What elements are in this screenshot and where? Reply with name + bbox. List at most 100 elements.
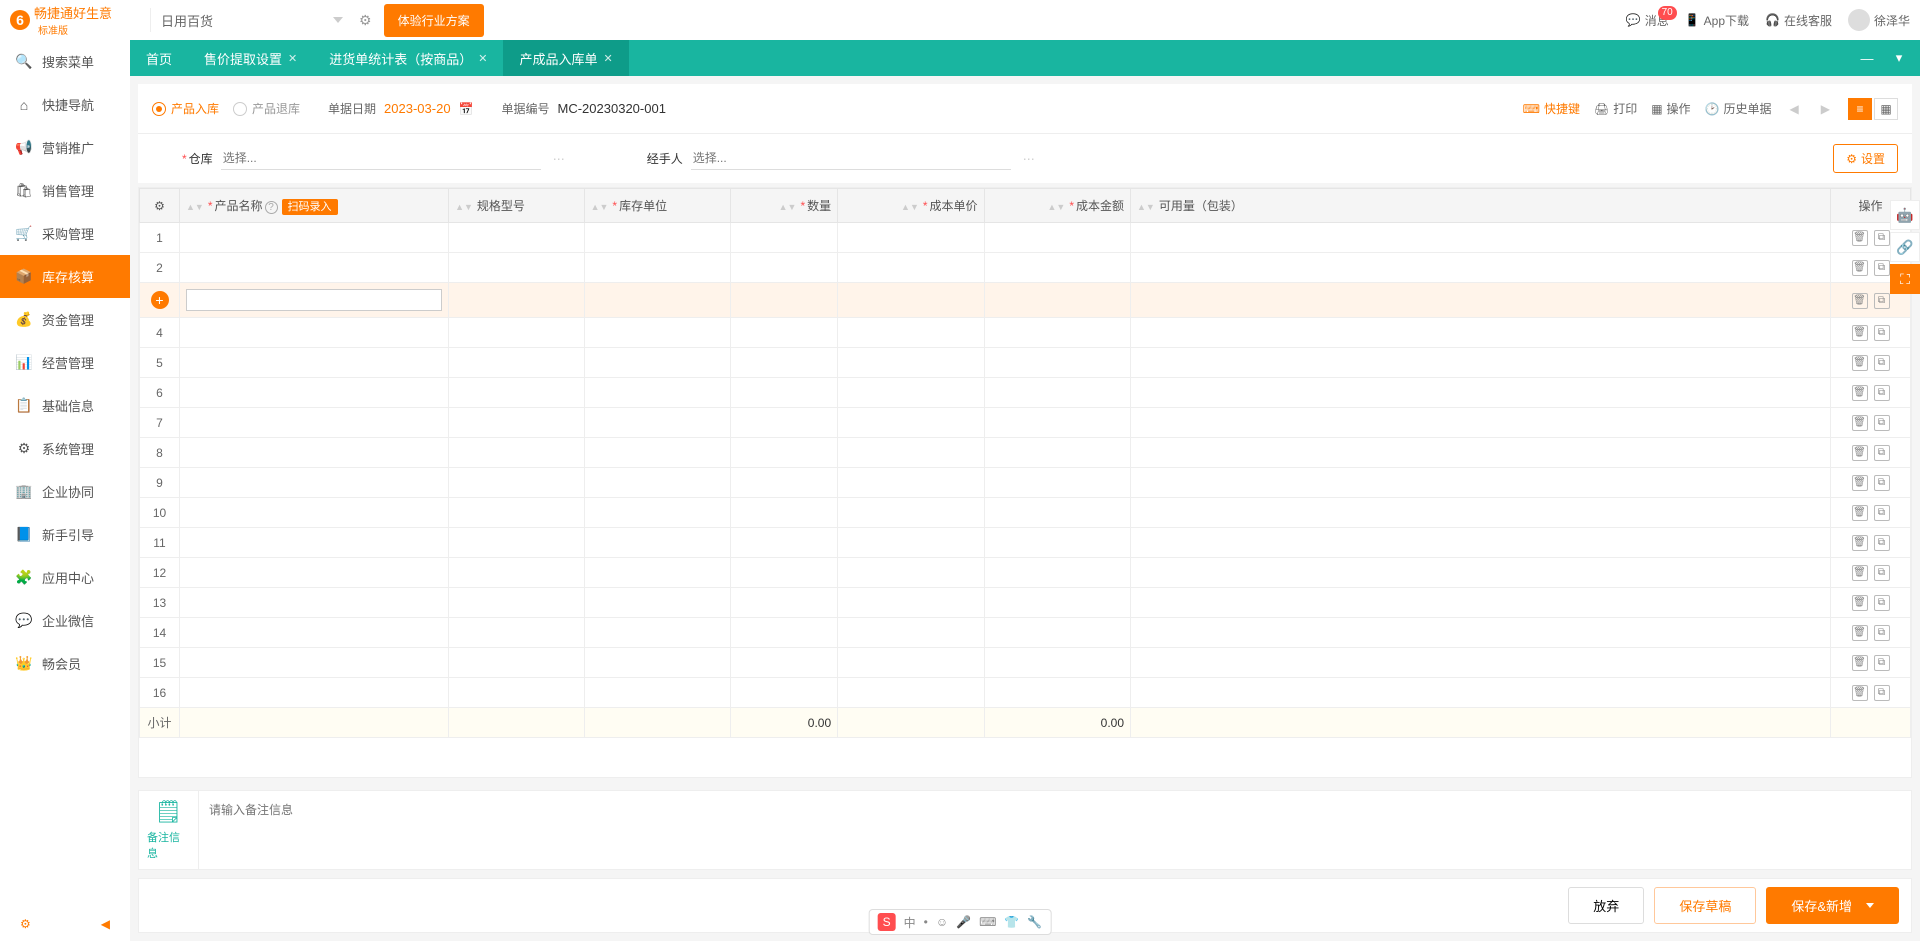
cell-qty[interactable] xyxy=(730,223,837,253)
add-row-icon[interactable]: + xyxy=(151,291,169,309)
cell-avail[interactable] xyxy=(1131,678,1831,708)
delete-row-icon[interactable]: 🗑 xyxy=(1852,385,1868,401)
copy-row-icon[interactable]: ⧉ xyxy=(1874,625,1890,641)
table-row[interactable]: 13🗑⧉ xyxy=(140,588,1911,618)
table-row[interactable]: +🗑⧉ xyxy=(140,283,1911,318)
user-menu[interactable]: 徐泽华 xyxy=(1848,9,1910,31)
cell-avail[interactable] xyxy=(1131,438,1831,468)
sidebar-item-1[interactable]: ⌂快捷导航 xyxy=(0,83,130,126)
delete-row-icon[interactable]: 🗑 xyxy=(1852,260,1868,276)
cell-price[interactable] xyxy=(838,283,984,318)
copy-row-icon[interactable]: ⧉ xyxy=(1874,385,1890,401)
help-icon[interactable]: ? xyxy=(265,201,278,214)
cell-spec[interactable] xyxy=(449,588,585,618)
cell-amount[interactable] xyxy=(984,468,1130,498)
delete-row-icon[interactable]: 🗑 xyxy=(1852,685,1868,701)
hotkey-link[interactable]: ⌨ 快捷键 xyxy=(1523,100,1580,117)
cell-amount[interactable] xyxy=(984,253,1130,283)
cell-avail[interactable] xyxy=(1131,223,1831,253)
table-row[interactable]: 6🗑⧉ xyxy=(140,378,1911,408)
col-qty[interactable]: ▲▼*数量 xyxy=(730,189,837,223)
cell-avail[interactable] xyxy=(1131,588,1831,618)
cell-price[interactable] xyxy=(838,588,984,618)
cell-unit[interactable] xyxy=(584,678,730,708)
col-product-name[interactable]: ▲▼*产品名称?扫码录入 xyxy=(180,189,449,223)
cell-spec[interactable] xyxy=(449,468,585,498)
sidebar-item-11[interactable]: 📘新手引导 xyxy=(0,513,130,556)
delete-row-icon[interactable]: 🗑 xyxy=(1852,565,1868,581)
sidebar-item-7[interactable]: 📊经营管理 xyxy=(0,341,130,384)
delete-row-icon[interactable]: 🗑 xyxy=(1852,325,1868,341)
cell-amount[interactable] xyxy=(984,528,1130,558)
delete-row-icon[interactable]: 🗑 xyxy=(1852,445,1868,461)
tab-minimize-icon[interactable]: — xyxy=(1852,45,1882,71)
cell-amount[interactable] xyxy=(984,678,1130,708)
copy-row-icon[interactable]: ⧉ xyxy=(1874,415,1890,431)
cell-qty[interactable] xyxy=(730,498,837,528)
operations-link[interactable]: ▦ 操作 xyxy=(1651,100,1690,117)
cell-qty[interactable] xyxy=(730,648,837,678)
sidebar-collapse-icon[interactable]: ◀ xyxy=(101,917,110,931)
copy-row-icon[interactable]: ⧉ xyxy=(1874,565,1890,581)
sidebar-item-5[interactable]: 📦库存核算 xyxy=(0,255,130,298)
mode-in-radio[interactable]: 产品入库 xyxy=(152,100,219,117)
cell-name[interactable] xyxy=(180,528,449,558)
table-row[interactable]: 11🗑⧉ xyxy=(140,528,1911,558)
delete-row-icon[interactable]: 🗑 xyxy=(1852,505,1868,521)
table-row[interactable]: 9🗑⧉ xyxy=(140,468,1911,498)
cell-name[interactable] xyxy=(180,223,449,253)
cell-avail[interactable] xyxy=(1131,648,1831,678)
cell-spec[interactable] xyxy=(449,558,585,588)
cell-spec[interactable] xyxy=(449,348,585,378)
save-and-new-button[interactable]: 保存&新增 xyxy=(1766,887,1899,924)
cell-qty[interactable] xyxy=(730,253,837,283)
cell-name[interactable] xyxy=(180,408,449,438)
app-download-link[interactable]: 📱 App下载 xyxy=(1685,12,1749,29)
category-gear-icon[interactable]: ⚙ xyxy=(359,12,372,29)
copy-row-icon[interactable]: ⧉ xyxy=(1874,505,1890,521)
sidebar-item-8[interactable]: 📋基础信息 xyxy=(0,384,130,427)
col-price[interactable]: ▲▼*成本单价 xyxy=(838,189,984,223)
cell-price[interactable] xyxy=(838,618,984,648)
cell-amount[interactable] xyxy=(984,498,1130,528)
copy-row-icon[interactable]: ⧉ xyxy=(1874,355,1890,371)
cell-amount[interactable] xyxy=(984,223,1130,253)
cell-price[interactable] xyxy=(838,318,984,348)
scan-input-button[interactable]: 扫码录入 xyxy=(282,199,338,215)
delete-row-icon[interactable]: 🗑 xyxy=(1852,355,1868,371)
tab-2[interactable]: 进货单统计表（按商品）✕ xyxy=(313,40,503,76)
cell-avail[interactable] xyxy=(1131,468,1831,498)
save-draft-button[interactable]: 保存草稿 xyxy=(1654,887,1756,924)
cell-amount[interactable] xyxy=(984,588,1130,618)
cell-amount[interactable] xyxy=(984,378,1130,408)
calendar-icon[interactable]: 📅 xyxy=(459,102,474,116)
table-row[interactable]: 10🗑⧉ xyxy=(140,498,1911,528)
sidebar-item-3[interactable]: 🛍销售管理 xyxy=(0,169,130,212)
cell-qty[interactable] xyxy=(730,318,837,348)
warehouse-picker-icon[interactable]: ⋯ xyxy=(553,152,567,166)
remark-textarea[interactable] xyxy=(199,791,1911,869)
tab-0[interactable]: 首页 xyxy=(130,40,188,76)
cell-avail[interactable] xyxy=(1131,318,1831,348)
float-link-icon[interactable]: 🔗 xyxy=(1890,232,1920,262)
warehouse-input[interactable] xyxy=(221,147,541,170)
col-spec[interactable]: ▲▼规格型号 xyxy=(449,189,585,223)
cell-spec[interactable] xyxy=(449,318,585,348)
cell-spec[interactable] xyxy=(449,498,585,528)
copy-row-icon[interactable]: ⧉ xyxy=(1874,685,1890,701)
col-config-icon[interactable]: ⚙ xyxy=(140,189,180,223)
sidebar-item-2[interactable]: 📢营销推广 xyxy=(0,126,130,169)
cell-spec[interactable] xyxy=(449,283,585,318)
cell-unit[interactable] xyxy=(584,468,730,498)
cell-price[interactable] xyxy=(838,438,984,468)
prev-doc-arrow[interactable]: ◀ xyxy=(1786,102,1803,116)
cell-price[interactable] xyxy=(838,678,984,708)
sidebar-item-10[interactable]: 🏢企业协同 xyxy=(0,470,130,513)
cell-unit[interactable] xyxy=(584,223,730,253)
copy-row-icon[interactable]: ⧉ xyxy=(1874,260,1890,276)
cell-unit[interactable] xyxy=(584,283,730,318)
handler-input[interactable] xyxy=(691,147,1011,170)
cell-amount[interactable] xyxy=(984,438,1130,468)
cell-qty[interactable] xyxy=(730,378,837,408)
delete-row-icon[interactable]: 🗑 xyxy=(1852,535,1868,551)
